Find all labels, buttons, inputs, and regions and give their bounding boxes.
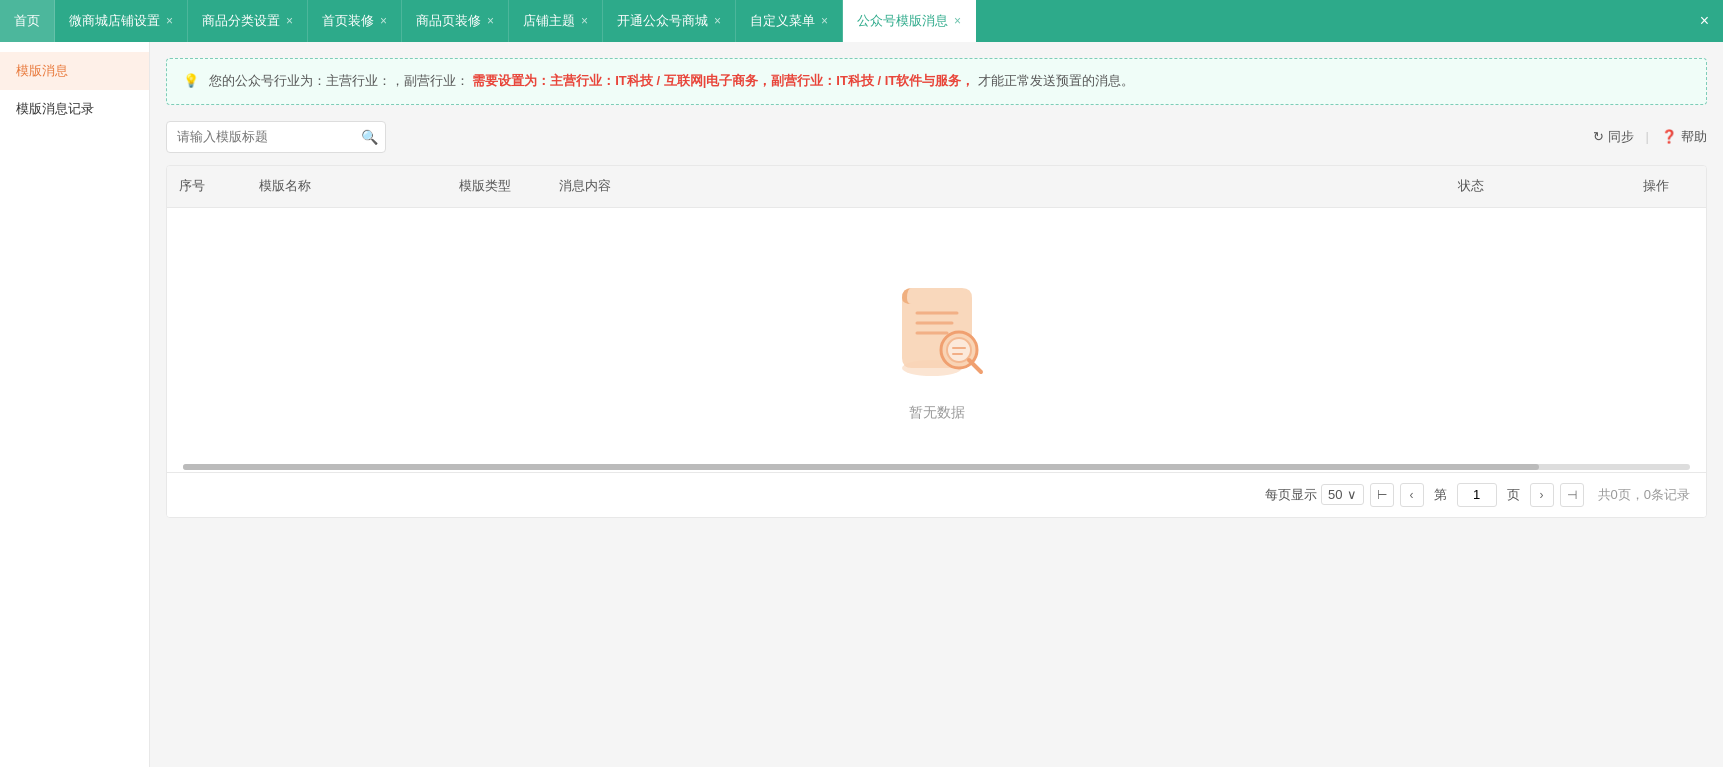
notice-suffix: 才能正常发送预置的消息。: [978, 73, 1134, 88]
empty-icon: [877, 268, 997, 388]
sidebar-item-template-record[interactable]: 模版消息记录: [0, 90, 149, 128]
th-status: 状态: [1446, 177, 1606, 195]
total-info: 共0页，0条记录: [1598, 486, 1690, 504]
toolbar-right: ↻ 同步 | ❓ 帮助: [1593, 128, 1707, 146]
nav-tab-custom-menu-label: 自定义菜单: [750, 12, 815, 30]
page-size-label: 每页显示: [1265, 486, 1317, 504]
search-icon[interactable]: 🔍: [361, 129, 378, 145]
svg-point-5: [947, 338, 971, 362]
sidebar: 模版消息 模版消息记录: [0, 42, 150, 767]
help-icon: ❓: [1661, 129, 1677, 144]
page-size-value: 50: [1328, 487, 1342, 502]
page-prefix: 第: [1434, 486, 1447, 504]
notice-highlight: 需要设置为：主营行业：IT科技 / 互联网|电子商务，副营行业：IT科技 / I…: [472, 73, 974, 88]
search-bar: 🔍 ↻ 同步 | ❓ 帮助: [166, 121, 1707, 153]
bulb-icon: 💡: [183, 73, 199, 88]
page-unit: 页: [1507, 486, 1520, 504]
nav-tab-shop-settings[interactable]: 微商城店铺设置 ×: [55, 0, 188, 42]
nav-tab-template-msg-label: 公众号模版消息: [857, 12, 948, 30]
sync-button[interactable]: ↻ 同步: [1593, 128, 1634, 146]
search-input-wrap: 🔍: [166, 121, 386, 153]
prev-page-button[interactable]: ‹: [1400, 483, 1424, 507]
close-template-msg[interactable]: ×: [954, 14, 961, 28]
nav-tab-product-decoration[interactable]: 商品页装修 ×: [402, 0, 509, 42]
last-page-button[interactable]: ⊣: [1560, 483, 1584, 507]
page-number-input[interactable]: [1457, 483, 1497, 507]
divider: |: [1646, 129, 1649, 144]
close-store-theme[interactable]: ×: [581, 14, 588, 28]
help-button[interactable]: ❓ 帮助: [1661, 128, 1707, 146]
nav-tab-open-mall[interactable]: 开通公众号商城 ×: [603, 0, 736, 42]
data-table: 序号 模版名称 模版类型 消息内容 状态 操作: [166, 165, 1707, 518]
first-page-button[interactable]: ⊢: [1370, 483, 1394, 507]
search-input[interactable]: [166, 121, 386, 153]
horizontal-scrollbar[interactable]: [167, 464, 1706, 470]
th-type: 模版类型: [447, 177, 547, 195]
page-size-selector: 每页显示 50 ∨: [1265, 484, 1363, 505]
page-size-select-box[interactable]: 50 ∨: [1321, 484, 1363, 505]
pagination: 每页显示 50 ∨ ⊢ ‹ 第 页 › ⊣ 共0页，0条记录: [167, 472, 1706, 517]
empty-text: 暂无数据: [909, 404, 965, 422]
close-home-decoration[interactable]: ×: [380, 14, 387, 28]
th-seq: 序号: [167, 177, 247, 195]
help-label: 帮助: [1681, 128, 1707, 146]
nav-tab-home-decoration-label: 首页装修: [322, 12, 374, 30]
close-shop-settings[interactable]: ×: [166, 14, 173, 28]
top-navigation: 首页 微商城店铺设置 × 商品分类设置 × 首页装修 × 商品页装修 × 店铺主…: [0, 0, 1723, 42]
sidebar-item-template-record-label: 模版消息记录: [16, 101, 94, 116]
close-all-tabs[interactable]: ×: [1686, 0, 1723, 42]
sync-label: 同步: [1608, 128, 1634, 146]
content-area: 💡 您的公众号行业为：主营行业：，副营行业： 需要设置为：主营行业：IT科技 /…: [150, 42, 1723, 767]
th-content: 消息内容: [547, 177, 1446, 195]
nav-tab-store-theme-label: 店铺主题: [523, 12, 575, 30]
nav-tab-home-label: 首页: [14, 12, 40, 30]
th-action: 操作: [1606, 177, 1706, 195]
close-open-mall[interactable]: ×: [714, 14, 721, 28]
close-product-decoration[interactable]: ×: [487, 14, 494, 28]
sidebar-item-template-message[interactable]: 模版消息: [0, 52, 149, 90]
close-custom-menu[interactable]: ×: [821, 14, 828, 28]
nav-tab-product-decoration-label: 商品页装修: [416, 12, 481, 30]
table-header: 序号 模版名称 模版类型 消息内容 状态 操作: [167, 166, 1706, 208]
nav-tab-custom-menu[interactable]: 自定义菜单 ×: [736, 0, 843, 42]
sync-icon: ↻: [1593, 129, 1604, 144]
nav-tab-shop-settings-label: 微商城店铺设置: [69, 12, 160, 30]
svg-line-6: [969, 360, 981, 372]
close-category-settings[interactable]: ×: [286, 14, 293, 28]
next-page-button[interactable]: ›: [1530, 483, 1554, 507]
chevron-down-icon: ∨: [1347, 487, 1357, 502]
nav-tab-open-mall-label: 开通公众号商城: [617, 12, 708, 30]
nav-tab-home-decoration[interactable]: 首页装修 ×: [308, 0, 402, 42]
sidebar-item-template-message-label: 模版消息: [16, 63, 68, 78]
nav-tab-template-msg[interactable]: 公众号模版消息 ×: [843, 0, 976, 42]
th-name: 模版名称: [247, 177, 447, 195]
nav-tab-category-label: 商品分类设置: [202, 12, 280, 30]
nav-tab-store-theme[interactable]: 店铺主题 ×: [509, 0, 603, 42]
main-layout: 模版消息 模版消息记录 💡 您的公众号行业为：主营行业：，副营行业： 需要设置为…: [0, 42, 1723, 767]
notice-box: 💡 您的公众号行业为：主营行业：，副营行业： 需要设置为：主营行业：IT科技 /…: [166, 58, 1707, 105]
nav-tab-category-settings[interactable]: 商品分类设置 ×: [188, 0, 308, 42]
nav-tab-home[interactable]: 首页: [0, 0, 55, 42]
empty-state: 暂无数据: [167, 208, 1706, 462]
notice-prefix: 您的公众号行业为：主营行业：，副营行业：: [209, 73, 469, 88]
